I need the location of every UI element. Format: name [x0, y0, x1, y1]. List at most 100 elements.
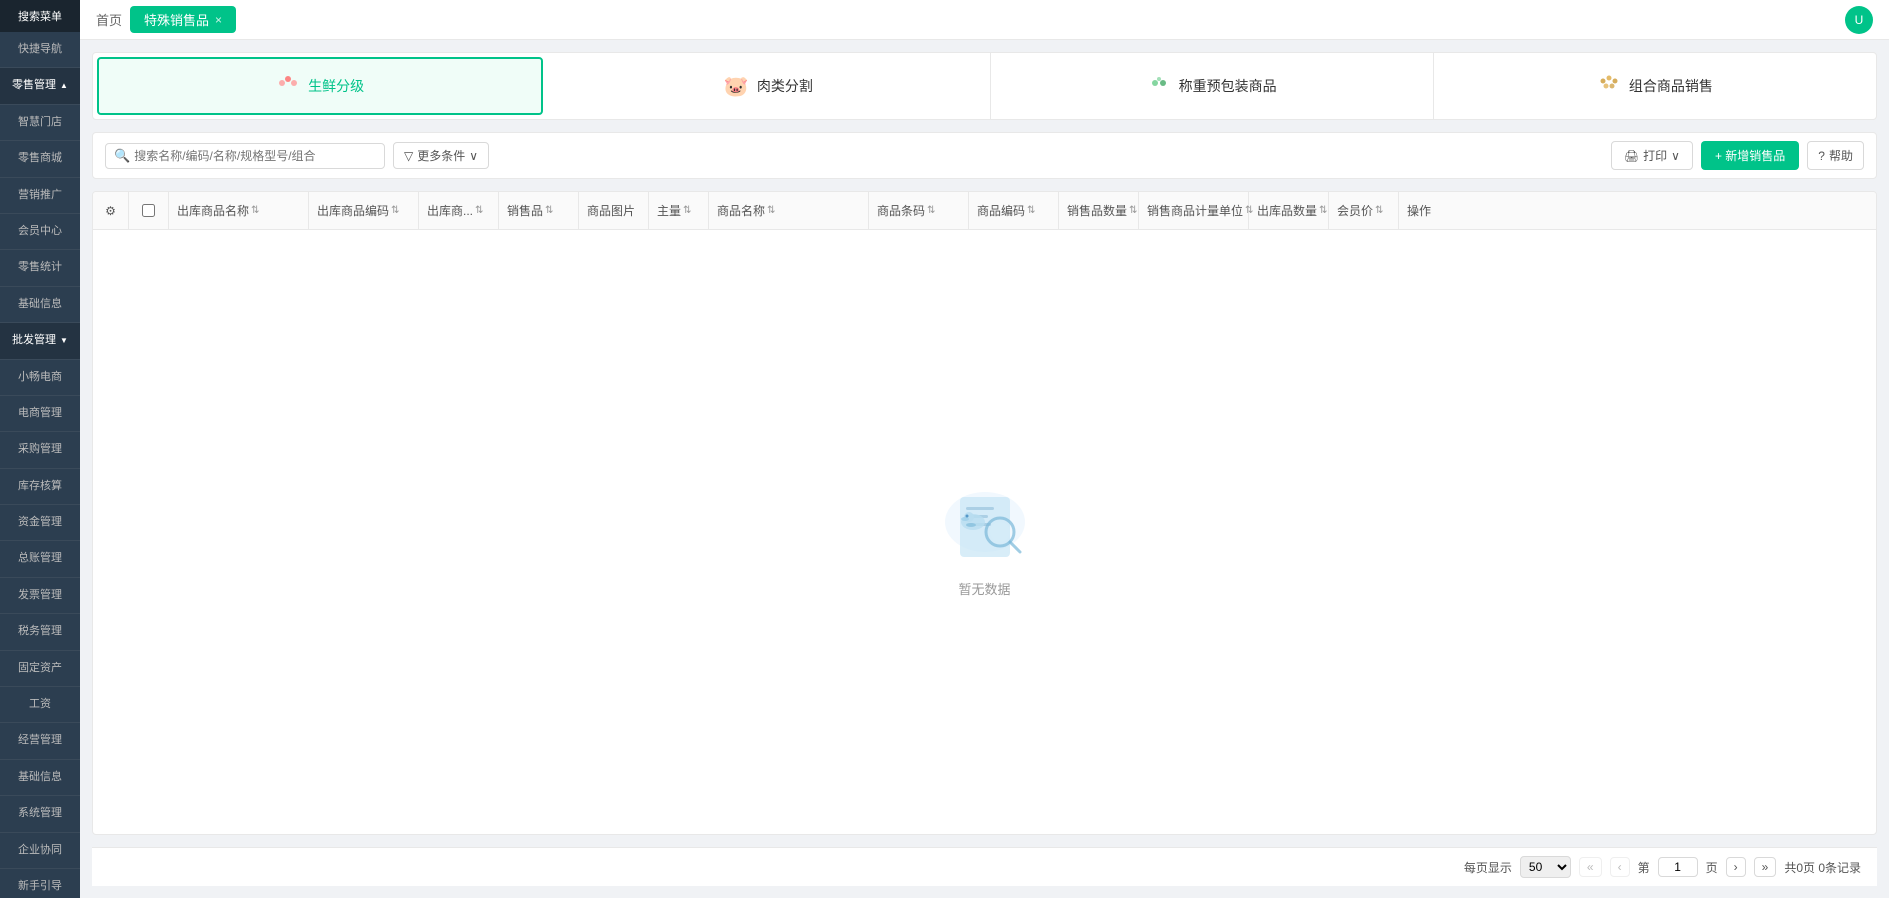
th-sales-product: 销售品 ⇅ — [499, 192, 579, 229]
sidebar-item-capital-mgmt[interactable]: 资金管理 — [0, 505, 80, 541]
add-label: + 新增销售品 — [1715, 147, 1785, 164]
sidebar-item-sys-mgmt[interactable]: 系统管理 — [0, 796, 80, 832]
top-right: U — [1845, 6, 1873, 34]
total-label: 共0页 0条记录 — [1784, 859, 1861, 876]
sort-icon[interactable]: ⇅ — [1319, 205, 1327, 216]
tab-fresh-grading-label: 生鲜分级 — [308, 76, 364, 96]
last-page-button[interactable]: » — [1754, 857, 1777, 877]
help-label: 帮助 — [1829, 147, 1853, 164]
help-button[interactable]: ? 帮助 — [1807, 141, 1864, 170]
sidebar-item-smart-store[interactable]: 智慧门店 — [0, 105, 80, 141]
sidebar-item-retail-stats[interactable]: 零售统计 — [0, 250, 80, 286]
active-tab-label: 特殊销售品 — [144, 10, 209, 29]
sidebar-item-basic-info[interactable]: 基础信息 — [0, 287, 80, 323]
print-button[interactable]: 🖨 打印 ∨ — [1611, 141, 1693, 170]
help-icon: ? — [1818, 149, 1825, 163]
tab-combo-sales[interactable]: 组合商品销售 — [1434, 53, 1876, 119]
th-product-barcode: 商品条码 ⇅ — [869, 192, 969, 229]
sidebar-item-salary[interactable]: 工资 — [0, 687, 80, 723]
active-tab[interactable]: 特殊销售品 × — [130, 6, 236, 33]
fresh-grading-icon — [276, 73, 300, 99]
tab-fresh-grading[interactable]: 生鲜分级 — [97, 57, 543, 115]
per-page-select[interactable]: 50 10 20 100 — [1520, 856, 1571, 878]
sidebar-item-label: 零售管理 — [12, 78, 56, 93]
select-all-checkbox[interactable] — [142, 204, 155, 217]
tab-weigh-pack[interactable]: 称重预包装商品 — [991, 53, 1434, 119]
tab-weigh-pack-label: 称重预包装商品 — [1179, 76, 1277, 96]
th-settings[interactable]: ⚙ — [93, 192, 129, 229]
sort-icon[interactable]: ⇅ — [683, 205, 691, 216]
sidebar-item-basic-info2[interactable]: 基础信息 — [0, 760, 80, 796]
sidebar-item-purchase-mgmt[interactable]: 采购管理 — [0, 432, 80, 468]
main-content: 首页 特殊销售品 × U 生鲜分级 🐷 — [80, 0, 1889, 898]
page-label: 第 — [1638, 859, 1650, 876]
filter-icon: ▽ — [404, 149, 413, 163]
page-input[interactable]: 1 — [1658, 857, 1698, 877]
sidebar-item-ecommerce-mgmt[interactable]: 电商管理 — [0, 396, 80, 432]
tab-combo-sales-label: 组合商品销售 — [1629, 76, 1713, 96]
sidebar-item-company-agreement[interactable]: 企业协同 — [0, 833, 80, 869]
next-page-button[interactable]: › — [1726, 857, 1746, 877]
tab-meat-cutting-label: 肉类分割 — [757, 76, 813, 96]
printer-icon: 🖨 — [1624, 149, 1639, 163]
sidebar-item-inventory[interactable]: 库存核算 — [0, 469, 80, 505]
close-icon[interactable]: × — [215, 13, 222, 27]
sidebar-logo[interactable]: 搜索菜单 — [0, 0, 80, 32]
sidebar-item-retail-mall[interactable]: 零售商城 — [0, 141, 80, 177]
th-action: 操作 — [1399, 192, 1876, 229]
sidebar: 搜索菜单 快捷导航 零售管理 ▲ 智慧门店 零售商城 营销推广 会员中心 零售统… — [0, 0, 80, 898]
th-out-qty: 出库品数量 ⇅ — [1249, 192, 1329, 229]
sort-icon[interactable]: ⇅ — [475, 205, 483, 216]
category-tabs: 生鲜分级 🐷 肉类分割 称重预包装商品 — [92, 52, 1877, 120]
table-header: ⚙ 出库商品名称 ⇅ 出库商品编码 ⇅ 出库商... ⇅ 销售品 — [93, 192, 1876, 230]
table-container: ⚙ 出库商品名称 ⇅ 出库商品编码 ⇅ 出库商... ⇅ 销售品 — [92, 191, 1877, 835]
sort-icon[interactable]: ⇅ — [251, 205, 259, 216]
empty-text: 暂无数据 — [958, 579, 1010, 598]
th-product-image: 商品图片 — [579, 192, 649, 229]
th-product-name: 商品名称 ⇅ — [709, 192, 869, 229]
sort-icon[interactable]: ⇅ — [767, 205, 775, 216]
sidebar-item-retail-mgmt[interactable]: 零售管理 ▲ — [0, 68, 80, 104]
sort-icon[interactable]: ⇅ — [927, 205, 935, 216]
sidebar-item-new-guide[interactable]: 新手引导 — [0, 869, 80, 898]
chevron-down-icon: ▼ — [60, 335, 68, 346]
sidebar-item-mini-app[interactable]: 小畅电商 — [0, 360, 80, 396]
sidebar-item-quick-nav[interactable]: 快捷导航 — [0, 32, 80, 68]
page-unit: 页 — [1706, 859, 1718, 876]
prev-page-button[interactable]: ‹ — [1610, 857, 1630, 877]
top-bar: 首页 特殊销售品 × U — [80, 0, 1889, 40]
sort-icon[interactable]: ⇅ — [1375, 205, 1383, 216]
sort-icon[interactable]: ⇅ — [1027, 205, 1035, 216]
sidebar-item-ops-mgmt[interactable]: 经营管理 — [0, 723, 80, 759]
pig-icon: 🐷 — [724, 74, 749, 99]
plant-icon — [1147, 73, 1171, 99]
sidebar-item-tax-mgmt[interactable]: 税务管理 — [0, 614, 80, 650]
sort-icon[interactable]: ⇅ — [1129, 205, 1137, 216]
add-button[interactable]: + 新增销售品 — [1701, 141, 1799, 170]
chevron-up-icon: ▲ — [60, 80, 68, 91]
th-member-price: 会员价 ⇅ — [1329, 192, 1399, 229]
tab-meat-cutting[interactable]: 🐷 肉类分割 — [547, 53, 990, 119]
th-out-product-spec: 出库商... ⇅ — [419, 192, 499, 229]
chevron-down-icon: ∨ — [1671, 149, 1680, 163]
per-page-label: 每页显示 — [1464, 859, 1512, 876]
first-page-button[interactable]: « — [1579, 857, 1602, 877]
chevron-down-icon: ∨ — [469, 149, 478, 163]
search-input[interactable] — [134, 149, 374, 163]
filter-button[interactable]: ▽ 更多条件 ∨ — [393, 142, 489, 169]
breadcrumb-home[interactable]: 首页 — [96, 10, 122, 29]
sidebar-item-member-center[interactable]: 会员中心 — [0, 214, 80, 250]
sidebar-item-label: 批发管理 — [12, 333, 56, 348]
sort-icon[interactable]: ⇅ — [545, 205, 553, 216]
toolbar: 🔍 ▽ 更多条件 ∨ 🖨 打印 ∨ + 新增销售品 ? 帮助 — [92, 132, 1877, 179]
th-product-code: 商品编码 ⇅ — [969, 192, 1059, 229]
sidebar-item-wholesale-mgmt[interactable]: 批发管理 ▼ — [0, 323, 80, 359]
th-checkbox[interactable] — [129, 192, 169, 229]
sort-icon[interactable]: ⇅ — [391, 205, 399, 216]
pagination: 每页显示 50 10 20 100 « ‹ 第 1 页 › » 共0页 0条记录 — [92, 847, 1877, 886]
sidebar-item-sales-promo[interactable]: 营销推广 — [0, 178, 80, 214]
sidebar-item-fixed-assets[interactable]: 固定资产 — [0, 651, 80, 687]
sidebar-item-general-ledger[interactable]: 总账管理 — [0, 541, 80, 577]
search-box[interactable]: 🔍 — [105, 143, 385, 169]
sidebar-item-invoice-mgmt[interactable]: 发票管理 — [0, 578, 80, 614]
